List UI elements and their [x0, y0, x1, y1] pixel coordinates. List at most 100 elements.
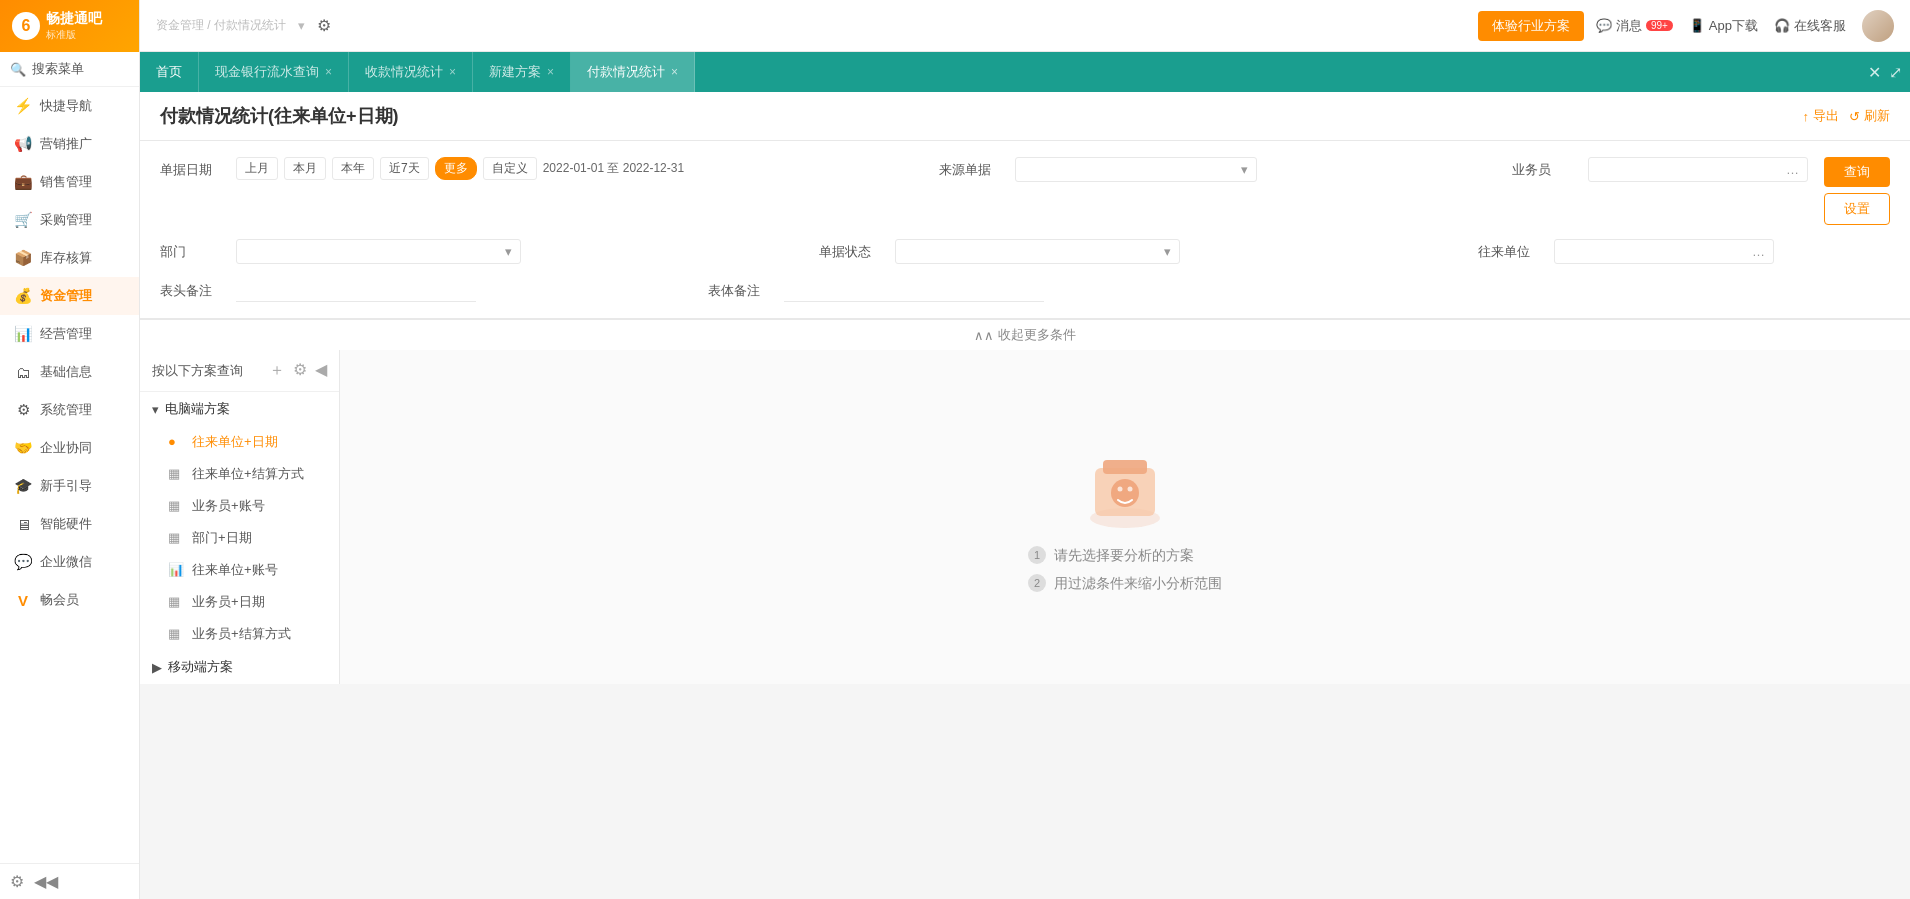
header-note-input[interactable]: [236, 278, 476, 302]
sidebar-item-base[interactable]: 🗂 基础信息: [0, 353, 139, 391]
action-buttons: 查询 设置: [1824, 157, 1890, 225]
scheme-item-partner-payment[interactable]: ▦ 往来单位+结算方式: [140, 458, 339, 490]
tab-expand-icon[interactable]: ⤢: [1889, 63, 1902, 82]
operation-icon: 📊: [14, 325, 32, 343]
logo-text-group: 畅捷通吧 标准版: [46, 10, 102, 42]
sidebar-item-quick-nav[interactable]: ⚡ 快捷导航: [0, 87, 139, 125]
scheme-item-salesman-payment[interactable]: ▦ 业务员+结算方式: [140, 618, 339, 650]
message-icon: 💬: [1596, 18, 1612, 33]
scheme-settings-icon[interactable]: ⚙: [293, 360, 307, 381]
app-download-label: App下载: [1709, 17, 1758, 35]
hardware-icon: 🖥: [14, 515, 32, 533]
date-btn-7days[interactable]: 近7天: [380, 157, 429, 180]
refresh-icon: ↺: [1849, 109, 1860, 124]
scheme-section-mobile[interactable]: ▶ 移动端方案: [140, 650, 339, 684]
sidebar-item-inventory[interactable]: 📦 库存核算: [0, 239, 139, 277]
query-btn[interactable]: 查询: [1824, 157, 1890, 187]
sidebar-item-marketing[interactable]: 📢 营销推广: [0, 125, 139, 163]
doc-status-select[interactable]: ▾: [895, 239, 1180, 264]
search-icon: 🔍: [10, 62, 26, 77]
dept-select[interactable]: ▾: [236, 239, 521, 264]
scheme-item-label: 往来单位+结算方式: [192, 465, 304, 483]
date-btn-more[interactable]: 更多: [435, 157, 477, 180]
scheme-item-icon: ▦: [168, 530, 184, 546]
app-download-action[interactable]: 📱 App下载: [1689, 17, 1758, 35]
date-btn-this-month[interactable]: 本月: [284, 157, 326, 180]
scheme-header: 按以下方案查询 ＋ ⚙ ◀: [140, 350, 339, 392]
tab-receivable[interactable]: 收款情况统计 ×: [349, 52, 473, 92]
scheme-item-dept-date[interactable]: ▦ 部门+日期: [140, 522, 339, 554]
marketing-icon: 📢: [14, 135, 32, 153]
sidebar-item-system[interactable]: ⚙ 系统管理: [0, 391, 139, 429]
scheme-add-icon[interactable]: ＋: [269, 360, 285, 381]
scheme-section-desktop[interactable]: ▾ 电脑端方案: [140, 392, 339, 426]
sidebar-item-wechat[interactable]: 💬 企业微信: [0, 543, 139, 581]
scheme-item-partner-account[interactable]: 📊 往来单位+账号: [140, 554, 339, 586]
partner-dots[interactable]: …: [1752, 244, 1765, 259]
refresh-btn[interactable]: ↺ 刷新: [1849, 107, 1890, 125]
member-icon: V: [14, 591, 32, 609]
trial-btn[interactable]: 体验行业方案: [1478, 11, 1584, 41]
sidebar-item-guide[interactable]: 🎓 新手引导: [0, 467, 139, 505]
date-btn-custom[interactable]: 自定义: [483, 157, 537, 180]
search-label: 搜索菜单: [32, 60, 84, 78]
source-select[interactable]: ▾: [1015, 157, 1256, 182]
sidebar-search[interactable]: 🔍 搜索菜单: [0, 52, 139, 87]
date-btn-last-month[interactable]: 上月: [236, 157, 278, 180]
scheme-header-actions: ＋ ⚙ ◀: [269, 360, 327, 381]
page-actions: ↑ 导出 ↺ 刷新: [1803, 107, 1891, 125]
collapse-more-btn[interactable]: ∧∧ 收起更多条件: [140, 319, 1910, 350]
export-btn[interactable]: ↑ 导出: [1803, 107, 1840, 125]
filter-section: 单据日期 上月 本月 本年 近7天 更多 自定义 2022-01-01 至 20…: [140, 141, 1910, 350]
sidebar-item-member[interactable]: V 畅会员: [0, 581, 139, 619]
tab-close-all-icon[interactable]: ✕: [1868, 63, 1881, 82]
partner-label: 往来单位: [1478, 239, 1538, 261]
sidebar-item-operation[interactable]: 📊 经营管理: [0, 315, 139, 353]
header-note-label: 表头备注: [160, 278, 220, 300]
tab-receivable-close[interactable]: ×: [449, 65, 456, 79]
date-btn-this-year[interactable]: 本年: [332, 157, 374, 180]
sidebar-collapse-icon[interactable]: ◀◀: [34, 872, 58, 891]
tab-home[interactable]: 首页: [140, 52, 199, 92]
svg-point-4: [1118, 486, 1123, 491]
sidebar-item-label: 企业微信: [40, 553, 92, 571]
setting-btn[interactable]: 设置: [1824, 193, 1890, 225]
sidebar: 6 畅捷通吧 标准版 🔍 搜索菜单 ⚡ 快捷导航 📢 营销推广 💼 销售管理 🛒…: [0, 0, 140, 899]
online-service-action[interactable]: 🎧 在线客服: [1774, 17, 1846, 35]
tab-payment-stat[interactable]: 付款情况统计 ×: [571, 52, 695, 92]
sidebar-item-capital[interactable]: 💰 资金管理: [0, 277, 139, 315]
tab-cash-flow[interactable]: 现金银行流水查询 ×: [199, 52, 349, 92]
tab-cash-flow-label: 现金银行流水查询: [215, 63, 319, 81]
user-avatar[interactable]: [1862, 10, 1894, 42]
scheme-item-salesman-date[interactable]: ▦ 业务员+日期: [140, 586, 339, 618]
sidebar-item-sales[interactable]: 💼 销售管理: [0, 163, 139, 201]
scheme-collapse-icon[interactable]: ◀: [315, 360, 327, 381]
scheme-item-partner-date[interactable]: ● 往来单位+日期: [140, 426, 339, 458]
doc-status-dropdown-icon: ▾: [1164, 244, 1171, 259]
sidebar-item-enterprise[interactable]: 🤝 企业协同: [0, 429, 139, 467]
logo-icon: 6: [12, 12, 40, 40]
service-icon: 🎧: [1774, 18, 1790, 33]
message-badge: 99+: [1646, 20, 1673, 31]
tab-receivable-label: 收款情况统计: [365, 63, 443, 81]
partner-select[interactable]: …: [1554, 239, 1774, 264]
topbar-settings-icon[interactable]: ⚙: [317, 16, 331, 35]
filter-panel: 单据日期 上月 本月 本年 近7天 更多 自定义 2022-01-01 至 20…: [140, 141, 1910, 319]
scheme-item-chart-icon: 📊: [168, 562, 184, 578]
sidebar-item-hardware[interactable]: 🖥 智能硬件: [0, 505, 139, 543]
salesman-select[interactable]: …: [1588, 157, 1808, 182]
wechat-icon: 💬: [14, 553, 32, 571]
body-note-input[interactable]: [784, 278, 1044, 302]
tab-new-scheme[interactable]: 新建方案 ×: [473, 52, 571, 92]
topbar-dropdown-icon[interactable]: ▾: [298, 18, 305, 33]
tab-cash-flow-close[interactable]: ×: [325, 65, 332, 79]
tab-payment-stat-close[interactable]: ×: [671, 65, 678, 79]
scheme-item-salesman-account[interactable]: ▦ 业务员+账号: [140, 490, 339, 522]
sidebar-item-purchase[interactable]: 🛒 采购管理: [0, 201, 139, 239]
sidebar-settings-icon[interactable]: ⚙: [10, 872, 24, 891]
message-action[interactable]: 💬 消息 99+: [1596, 17, 1673, 35]
body-note-label: 表体备注: [708, 278, 768, 300]
tab-new-scheme-close[interactable]: ×: [547, 65, 554, 79]
guide-icon: 🎓: [14, 477, 32, 495]
salesman-dots[interactable]: …: [1786, 162, 1799, 177]
